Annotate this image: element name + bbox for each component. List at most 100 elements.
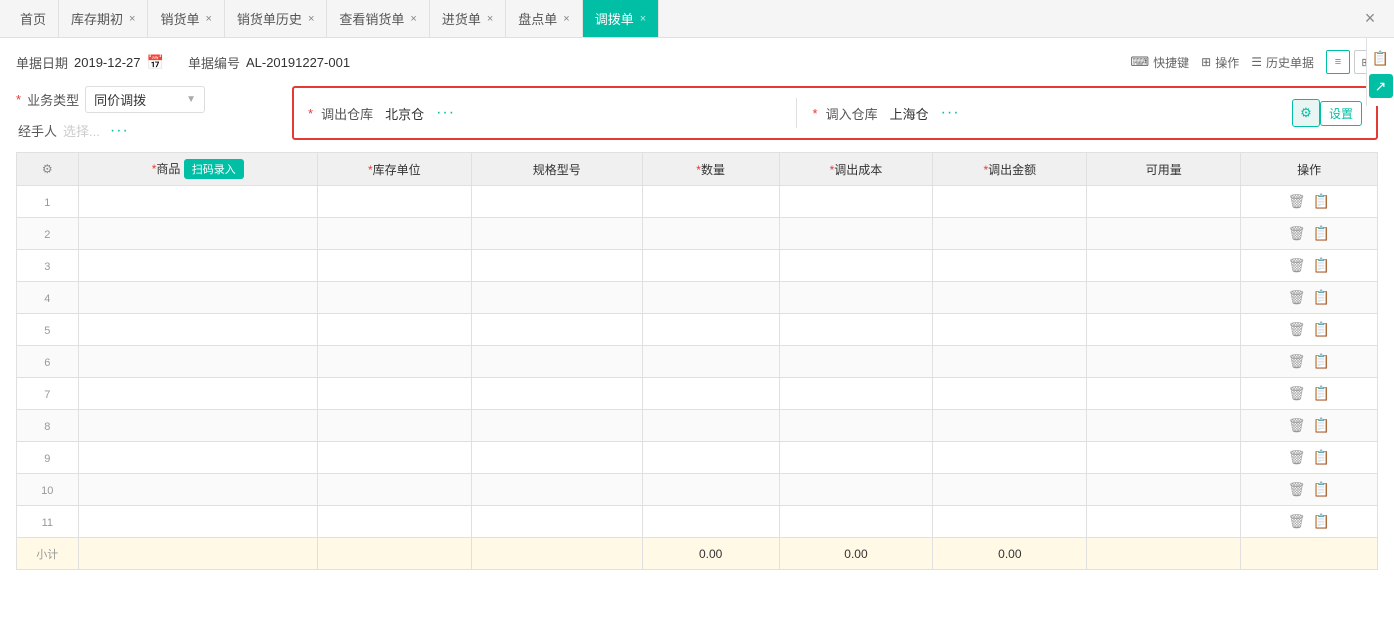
copy-icon-10[interactable]: 📋 bbox=[1311, 479, 1332, 499]
in-warehouse-more-btn[interactable]: ··· bbox=[937, 104, 964, 122]
row-cost-4[interactable] bbox=[779, 282, 933, 314]
row-available-1[interactable] bbox=[1087, 186, 1241, 218]
warehouse-gear-btn[interactable]: ⚙ bbox=[1292, 99, 1320, 127]
row-qty-5[interactable] bbox=[642, 314, 779, 346]
copy-icon-6[interactable]: 📋 bbox=[1311, 351, 1332, 371]
row-qty-8[interactable] bbox=[642, 410, 779, 442]
row-amount-8[interactable] bbox=[933, 410, 1087, 442]
row-amount-3[interactable] bbox=[933, 250, 1087, 282]
row-unit-1[interactable] bbox=[317, 186, 471, 218]
row-available-8[interactable] bbox=[1087, 410, 1241, 442]
row-available-7[interactable] bbox=[1087, 378, 1241, 410]
row-amount-11[interactable] bbox=[933, 506, 1087, 538]
sidebar-export-icon[interactable]: ↗ bbox=[1369, 74, 1393, 98]
delete-icon-7[interactable]: 🗑 bbox=[1286, 383, 1308, 403]
row-spec-8[interactable] bbox=[471, 410, 642, 442]
row-amount-4[interactable] bbox=[933, 282, 1087, 314]
copy-icon-8[interactable]: 📋 bbox=[1311, 415, 1332, 435]
history-btn[interactable]: ☰ 历史单据 bbox=[1251, 54, 1314, 71]
tab-close-inventory[interactable]: × bbox=[129, 13, 135, 25]
delete-icon-2[interactable]: 🗑 bbox=[1286, 223, 1308, 243]
copy-icon-4[interactable]: 📋 bbox=[1311, 287, 1332, 307]
sidebar-notes-icon[interactable]: 📋 bbox=[1369, 46, 1393, 70]
warehouse-setting-btn[interactable]: 设置 bbox=[1320, 101, 1362, 126]
delete-icon-4[interactable]: 🗑 bbox=[1286, 287, 1308, 307]
row-qty-4[interactable] bbox=[642, 282, 779, 314]
row-spec-6[interactable] bbox=[471, 346, 642, 378]
row-product-1[interactable] bbox=[78, 186, 317, 218]
row-product-6[interactable] bbox=[78, 346, 317, 378]
copy-icon-11[interactable]: 📋 bbox=[1311, 511, 1332, 531]
delete-icon-3[interactable]: 🗑 bbox=[1286, 255, 1308, 275]
row-product-2[interactable] bbox=[78, 218, 317, 250]
row-qty-2[interactable] bbox=[642, 218, 779, 250]
row-product-10[interactable] bbox=[78, 474, 317, 506]
row-spec-11[interactable] bbox=[471, 506, 642, 538]
row-available-2[interactable] bbox=[1087, 218, 1241, 250]
delete-icon-10[interactable]: 🗑 bbox=[1286, 479, 1308, 499]
row-unit-4[interactable] bbox=[317, 282, 471, 314]
row-spec-1[interactable] bbox=[471, 186, 642, 218]
copy-icon-1[interactable]: 📋 bbox=[1311, 191, 1332, 211]
row-unit-11[interactable] bbox=[317, 506, 471, 538]
row-unit-7[interactable] bbox=[317, 378, 471, 410]
row-product-5[interactable] bbox=[78, 314, 317, 346]
row-cost-1[interactable] bbox=[779, 186, 933, 218]
tab-purchase[interactable]: 进货单 × bbox=[430, 0, 506, 37]
row-spec-4[interactable] bbox=[471, 282, 642, 314]
row-unit-8[interactable] bbox=[317, 410, 471, 442]
copy-icon-7[interactable]: 📋 bbox=[1311, 383, 1332, 403]
row-qty-6[interactable] bbox=[642, 346, 779, 378]
biz-type-select[interactable]: 同价调拨 ▼ bbox=[85, 86, 205, 113]
row-qty-11[interactable] bbox=[642, 506, 779, 538]
row-spec-3[interactable] bbox=[471, 250, 642, 282]
tab-close-view-sales[interactable]: × bbox=[410, 13, 416, 25]
row-available-4[interactable] bbox=[1087, 282, 1241, 314]
row-unit-2[interactable] bbox=[317, 218, 471, 250]
row-cost-2[interactable] bbox=[779, 218, 933, 250]
row-product-8[interactable] bbox=[78, 410, 317, 442]
row-spec-10[interactable] bbox=[471, 474, 642, 506]
row-qty-9[interactable] bbox=[642, 442, 779, 474]
row-product-7[interactable] bbox=[78, 378, 317, 410]
copy-icon-9[interactable]: 📋 bbox=[1311, 447, 1332, 467]
row-cost-10[interactable] bbox=[779, 474, 933, 506]
row-amount-10[interactable] bbox=[933, 474, 1087, 506]
row-qty-7[interactable] bbox=[642, 378, 779, 410]
copy-icon-5[interactable]: 📋 bbox=[1311, 319, 1332, 339]
row-unit-10[interactable] bbox=[317, 474, 471, 506]
row-amount-6[interactable] bbox=[933, 346, 1087, 378]
row-qty-10[interactable] bbox=[642, 474, 779, 506]
row-unit-5[interactable] bbox=[317, 314, 471, 346]
row-cost-7[interactable] bbox=[779, 378, 933, 410]
row-amount-2[interactable] bbox=[933, 218, 1087, 250]
row-unit-9[interactable] bbox=[317, 442, 471, 474]
layout-list-btn[interactable]: ≡ bbox=[1326, 50, 1350, 74]
shortcut-btn[interactable]: ⌨ 快捷键 bbox=[1130, 54, 1189, 71]
row-cost-9[interactable] bbox=[779, 442, 933, 474]
row-qty-1[interactable] bbox=[642, 186, 779, 218]
row-cost-8[interactable] bbox=[779, 410, 933, 442]
row-cost-6[interactable] bbox=[779, 346, 933, 378]
row-spec-9[interactable] bbox=[471, 442, 642, 474]
row-cost-3[interactable] bbox=[779, 250, 933, 282]
tab-sales-order[interactable]: 销货单 × bbox=[148, 0, 224, 37]
table-gear-icon[interactable]: ⚙ bbox=[25, 162, 70, 176]
delete-icon-6[interactable]: 🗑 bbox=[1286, 351, 1308, 371]
row-unit-6[interactable] bbox=[317, 346, 471, 378]
row-available-9[interactable] bbox=[1087, 442, 1241, 474]
scan-button[interactable]: 扫码录入 bbox=[184, 159, 244, 179]
row-spec-5[interactable] bbox=[471, 314, 642, 346]
row-qty-3[interactable] bbox=[642, 250, 779, 282]
row-available-3[interactable] bbox=[1087, 250, 1241, 282]
row-product-11[interactable] bbox=[78, 506, 317, 538]
tab-inventory-init[interactable]: 库存期初 × bbox=[59, 0, 148, 37]
row-amount-7[interactable] bbox=[933, 378, 1087, 410]
row-available-6[interactable] bbox=[1087, 346, 1241, 378]
row-spec-7[interactable] bbox=[471, 378, 642, 410]
row-product-9[interactable] bbox=[78, 442, 317, 474]
row-product-3[interactable] bbox=[78, 250, 317, 282]
operation-btn[interactable]: ⊞ 操作 bbox=[1201, 54, 1239, 71]
tab-transfer[interactable]: 调拨单 × bbox=[583, 0, 659, 37]
row-amount-9[interactable] bbox=[933, 442, 1087, 474]
